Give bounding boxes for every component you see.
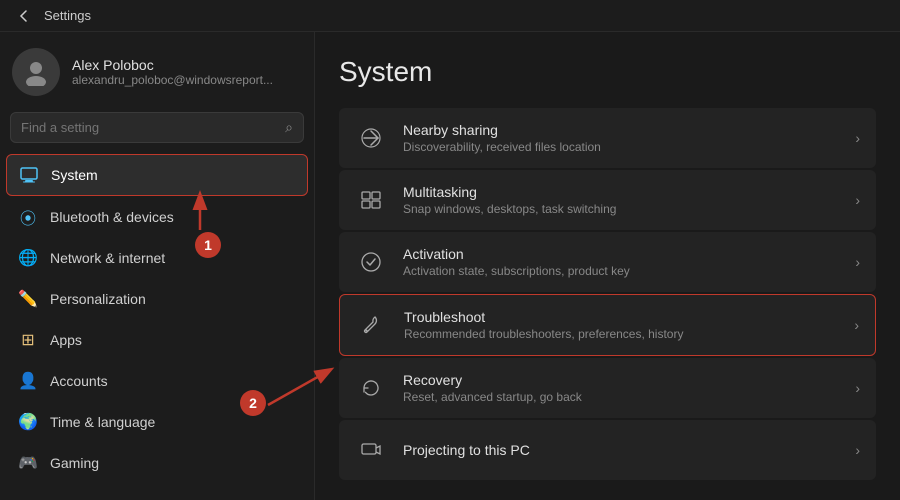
activation-icon (355, 246, 387, 278)
activation-chevron: › (855, 254, 860, 270)
setting-item-activation[interactable]: Activation Activation state, subscription… (339, 232, 876, 292)
recovery-chevron: › (855, 380, 860, 396)
user-info: Alex Poloboc alexandru_poloboc@windowsre… (72, 57, 273, 87)
nearby-sharing-desc: Discoverability, received files location (403, 140, 839, 154)
recovery-text: Recovery Reset, advanced startup, go back (403, 372, 839, 404)
recovery-icon (355, 372, 387, 404)
main-layout: Alex Poloboc alexandru_poloboc@windowsre… (0, 32, 900, 500)
multitasking-text: Multitasking Snap windows, desktops, task… (403, 184, 839, 216)
setting-item-troubleshoot[interactable]: Troubleshoot Recommended troubleshooters,… (339, 294, 876, 356)
multitasking-icon (355, 184, 387, 216)
nearby-sharing-text: Nearby sharing Discoverability, received … (403, 122, 839, 154)
page-title: System (339, 56, 876, 88)
nearby-sharing-icon (355, 122, 387, 154)
sidebar-item-label-bluetooth: Bluetooth & devices (50, 209, 174, 225)
projecting-text: Projecting to this PC (403, 442, 839, 458)
sidebar-item-label-time: Time & language (50, 414, 155, 430)
setting-item-projecting[interactable]: Projecting to this PC › (339, 420, 876, 480)
time-icon: 🌍 (18, 412, 38, 432)
search-box[interactable]: ⌕ (10, 112, 304, 143)
apps-icon: ⊞ (18, 330, 38, 350)
sidebar-item-personalization[interactable]: ✏️ Personalization (6, 279, 308, 319)
sidebar: Alex Poloboc alexandru_poloboc@windowsre… (0, 32, 315, 500)
annotation-badge-2: 2 (240, 390, 266, 416)
multitasking-desc: Snap windows, desktops, task switching (403, 202, 839, 216)
sidebar-item-label-gaming: Gaming (50, 455, 99, 471)
troubleshoot-icon (356, 309, 388, 341)
sidebar-item-gaming[interactable]: 🎮 Gaming (6, 443, 308, 483)
sidebar-item-network[interactable]: 🌐 Network & internet (6, 238, 308, 278)
content-area: System Nearby sharing Discoverability, re… (315, 32, 900, 500)
multitasking-chevron: › (855, 192, 860, 208)
projecting-chevron: › (855, 442, 860, 458)
activation-desc: Activation state, subscriptions, product… (403, 264, 839, 278)
setting-item-recovery[interactable]: Recovery Reset, advanced startup, go back… (339, 358, 876, 418)
user-name: Alex Poloboc (72, 57, 273, 73)
user-profile: Alex Poloboc alexandru_poloboc@windowsre… (0, 32, 314, 108)
gaming-icon: 🎮 (18, 453, 38, 473)
sidebar-item-label-accounts: Accounts (50, 373, 108, 389)
troubleshoot-text: Troubleshoot Recommended troubleshooters,… (404, 309, 838, 341)
sidebar-item-apps[interactable]: ⊞ Apps (6, 320, 308, 360)
sidebar-item-label-personalization: Personalization (50, 291, 146, 307)
projecting-label: Projecting to this PC (403, 442, 839, 458)
nav-list: System ⦿ Bluetooth & devices 🌐 Network & int… (0, 153, 314, 484)
sidebar-item-label-system: System (51, 167, 98, 183)
titlebar: Settings (0, 0, 900, 32)
back-button[interactable] (12, 4, 36, 28)
troubleshoot-chevron: › (854, 317, 859, 333)
recovery-label: Recovery (403, 372, 839, 388)
recovery-desc: Reset, advanced startup, go back (403, 390, 839, 404)
troubleshoot-desc: Recommended troubleshooters, preferences… (404, 327, 838, 341)
search-icon: ⌕ (285, 119, 293, 136)
setting-item-multitasking[interactable]: Multitasking Snap windows, desktops, task… (339, 170, 876, 230)
titlebar-title: Settings (44, 8, 91, 23)
settings-list: Nearby sharing Discoverability, received … (339, 108, 876, 480)
activation-text: Activation Activation state, subscription… (403, 246, 839, 278)
avatar (12, 48, 60, 96)
accounts-icon: 👤 (18, 371, 38, 391)
sidebar-item-bluetooth[interactable]: ⦿ Bluetooth & devices (6, 197, 308, 237)
nearby-sharing-label: Nearby sharing (403, 122, 839, 138)
search-input[interactable] (21, 120, 277, 135)
system-icon (19, 165, 39, 185)
sidebar-item-label-network: Network & internet (50, 250, 165, 266)
personalization-icon: ✏️ (18, 289, 38, 309)
annotation-badge-1: 1 (195, 232, 221, 258)
projecting-icon (355, 434, 387, 466)
network-icon: 🌐 (18, 248, 38, 268)
sidebar-item-label-apps: Apps (50, 332, 82, 348)
user-email: alexandru_poloboc@windowsreport... (72, 73, 273, 87)
bluetooth-icon: ⦿ (18, 207, 38, 227)
nearby-sharing-chevron: › (855, 130, 860, 146)
activation-label: Activation (403, 246, 839, 262)
multitasking-label: Multitasking (403, 184, 839, 200)
setting-item-nearby-sharing[interactable]: Nearby sharing Discoverability, received … (339, 108, 876, 168)
troubleshoot-label: Troubleshoot (404, 309, 838, 325)
sidebar-item-system[interactable]: System (6, 154, 308, 196)
